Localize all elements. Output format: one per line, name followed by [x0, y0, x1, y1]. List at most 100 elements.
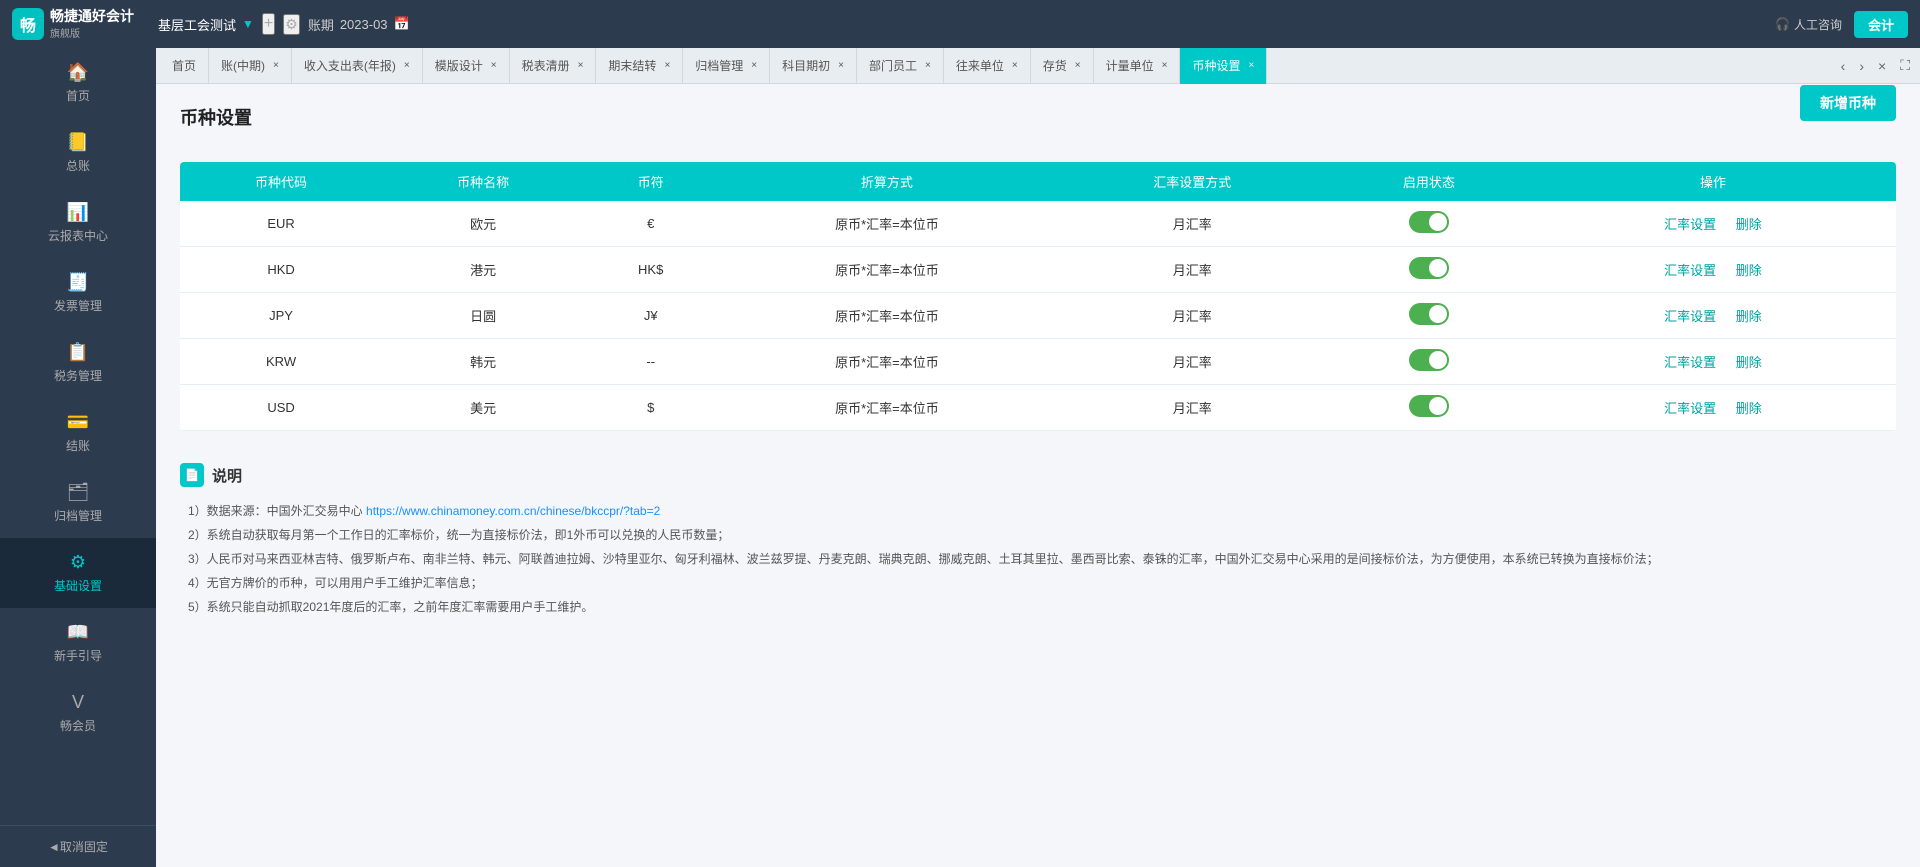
sidebar-item-checkout[interactable]: 💳 结账 [0, 398, 156, 468]
tab-subjects-close[interactable]: × [838, 60, 844, 71]
top-bar: 畅 畅捷通好会计 旗舰版 基层工会测试 ▼ + ⚙ 账期 2023-03 📅 🎧… [0, 0, 1920, 48]
tab-department-label: 部门员工 [869, 57, 917, 74]
cell-actions-0: 汇率设置 删除 [1530, 201, 1896, 247]
tab-next-button[interactable]: › [1853, 56, 1870, 76]
tab-template[interactable]: 模版设计 × [423, 48, 510, 84]
settings-button[interactable]: ⚙ [283, 14, 300, 35]
pin-label: ◄取消固定 [48, 838, 108, 855]
tab-contacts[interactable]: 往来单位 × [944, 48, 1031, 84]
delete-link-4[interactable]: 删除 [1736, 401, 1762, 416]
delete-link-2[interactable]: 删除 [1736, 309, 1762, 324]
sidebar: 🏠 首页 📒 总账 📊 云报表中心 🧾 发票管理 📋 税务管理 💳 结账 [0, 48, 156, 867]
cell-symbol-1: HK$ [584, 247, 717, 293]
ledger-icon: 📒 [67, 132, 89, 153]
kuaiji-button[interactable]: 会计 [1854, 11, 1908, 38]
cell-status-3 [1328, 339, 1530, 385]
cell-status-2 [1328, 293, 1530, 339]
app-name: 畅捷通好会计 [50, 8, 134, 25]
workspace-selector[interactable]: 基层工会测试 ▼ [158, 15, 254, 34]
notes-list: 1）数据来源：中国外汇交易中心 https://www.chinamoney.c… [180, 499, 1896, 619]
reports-icon: 📊 [67, 202, 89, 223]
cell-calc-2: 原币*汇率=本位币 [717, 293, 1056, 339]
cell-rate-type-0: 月汇率 [1057, 201, 1328, 247]
tab-units[interactable]: 计量单位 × [1094, 48, 1181, 84]
sidebar-item-settings[interactable]: ⚙ 基础设置 [0, 538, 156, 608]
status-toggle-1[interactable] [1409, 257, 1449, 279]
tab-income[interactable]: 收入支出表(年报) × [292, 48, 423, 84]
tab-prev-button[interactable]: ‹ [1835, 56, 1852, 76]
rate-settings-link-0[interactable]: 汇率设置 [1664, 217, 1716, 232]
tab-archive[interactable]: 归档管理 × [683, 48, 770, 84]
cell-code-4: USD [180, 385, 382, 431]
tab-units-close[interactable]: × [1162, 60, 1168, 71]
sidebar-label-guide: 新手引导 [54, 647, 102, 664]
add-workspace-button[interactable]: + [262, 13, 275, 35]
sidebar-item-ledger[interactable]: 📒 总账 [0, 118, 156, 188]
sidebar-item-member[interactable]: V 畅会员 [0, 678, 156, 748]
cell-calc-3: 原币*汇率=本位币 [717, 339, 1056, 385]
sidebar-item-invoice[interactable]: 🧾 发票管理 [0, 258, 156, 328]
tab-template-close[interactable]: × [491, 60, 497, 71]
tab-period-end-close[interactable]: × [664, 60, 670, 71]
sidebar-item-reports[interactable]: 📊 云报表中心 [0, 188, 156, 258]
currency-table: 币种代码 币种名称 币符 折算方式 汇率设置方式 启用状态 操作 EUR 欧元 … [180, 162, 1896, 431]
page-content: 币种设置 新增币种 币种代码 币种名称 币符 折算方式 汇率设置方式 启用状态 … [156, 84, 1920, 867]
period-selector[interactable]: 账期 2023-03 📅 [308, 15, 410, 34]
tab-period-end[interactable]: 期末结转 × [596, 48, 683, 84]
tab-inventory-close[interactable]: × [1075, 60, 1081, 71]
cell-rate-type-1: 月汇率 [1057, 247, 1328, 293]
tab-balance-close[interactable]: × [273, 60, 279, 71]
col-actions: 操作 [1530, 162, 1896, 201]
cell-code-2: JPY [180, 293, 382, 339]
tab-close-all-button[interactable]: × [1872, 56, 1892, 76]
notes-icon: 📄 [180, 463, 204, 487]
status-toggle-0[interactable] [1409, 211, 1449, 233]
tab-subjects[interactable]: 科目期初 × [770, 48, 857, 84]
delete-link-3[interactable]: 删除 [1736, 355, 1762, 370]
rate-settings-link-2[interactable]: 汇率设置 [1664, 309, 1716, 324]
tab-department[interactable]: 部门员工 × [857, 48, 944, 84]
cell-code-3: KRW [180, 339, 382, 385]
cell-status-1 [1328, 247, 1530, 293]
main-layout: 🏠 首页 📒 总账 📊 云报表中心 🧾 发票管理 📋 税务管理 💳 结账 [0, 48, 1920, 867]
tab-inventory[interactable]: 存货 × [1031, 48, 1094, 84]
sidebar-item-home[interactable]: 🏠 首页 [0, 48, 156, 118]
sidebar-label-home: 首页 [66, 87, 90, 104]
service-button[interactable]: 🎧 人工咨询 [1775, 16, 1842, 33]
tab-inventory-label: 存货 [1043, 57, 1067, 74]
sidebar-item-guide[interactable]: 📖 新手引导 [0, 608, 156, 678]
tab-tax[interactable]: 税表清册 × [510, 48, 597, 84]
delete-link-1[interactable]: 删除 [1736, 263, 1762, 278]
tab-income-close[interactable]: × [404, 60, 410, 71]
status-toggle-3[interactable] [1409, 349, 1449, 371]
cell-calc-1: 原币*汇率=本位币 [717, 247, 1056, 293]
sidebar-item-archive[interactable]: 🗂 归档管理 [0, 468, 156, 538]
tab-nav-buttons: ‹ › × ⛶ [1835, 55, 1916, 76]
cell-actions-1: 汇率设置 删除 [1530, 247, 1896, 293]
table-row: USD 美元 $ 原币*汇率=本位币 月汇率 汇率设置 删除 [180, 385, 1896, 431]
tab-currency[interactable]: 币种设置 × [1180, 48, 1267, 84]
tab-archive-close[interactable]: × [751, 60, 757, 71]
rate-settings-link-3[interactable]: 汇率设置 [1664, 355, 1716, 370]
delete-link-0[interactable]: 删除 [1736, 217, 1762, 232]
tab-department-close[interactable]: × [925, 60, 931, 71]
sidebar-label-ledger: 总账 [66, 157, 90, 174]
tab-balance[interactable]: 账(中期) × [209, 48, 292, 84]
tab-expand-button[interactable]: ⛶ [1894, 55, 1916, 76]
page-title: 币种设置 [180, 104, 252, 130]
tab-template-label: 模版设计 [435, 57, 483, 74]
status-toggle-2[interactable] [1409, 303, 1449, 325]
note-item-2: 2）系统自动获取每月第一个工作日的汇率标价，统一为直接标价法，即1外币可以兑换的… [180, 523, 1896, 547]
sidebar-pin-button[interactable]: ◄取消固定 [0, 826, 156, 867]
tab-currency-close[interactable]: × [1248, 60, 1254, 71]
tab-tax-close[interactable]: × [578, 60, 584, 71]
chinamoney-link[interactable]: https://www.chinamoney.com.cn/chinese/bk… [366, 504, 660, 518]
new-currency-button[interactable]: 新增币种 [1800, 85, 1896, 121]
notes-header: 📄 说明 [180, 463, 1896, 487]
rate-settings-link-4[interactable]: 汇率设置 [1664, 401, 1716, 416]
tab-home[interactable]: 首页 [160, 48, 209, 84]
sidebar-item-tax[interactable]: 📋 税务管理 [0, 328, 156, 398]
rate-settings-link-1[interactable]: 汇率设置 [1664, 263, 1716, 278]
status-toggle-4[interactable] [1409, 395, 1449, 417]
tab-contacts-close[interactable]: × [1012, 60, 1018, 71]
